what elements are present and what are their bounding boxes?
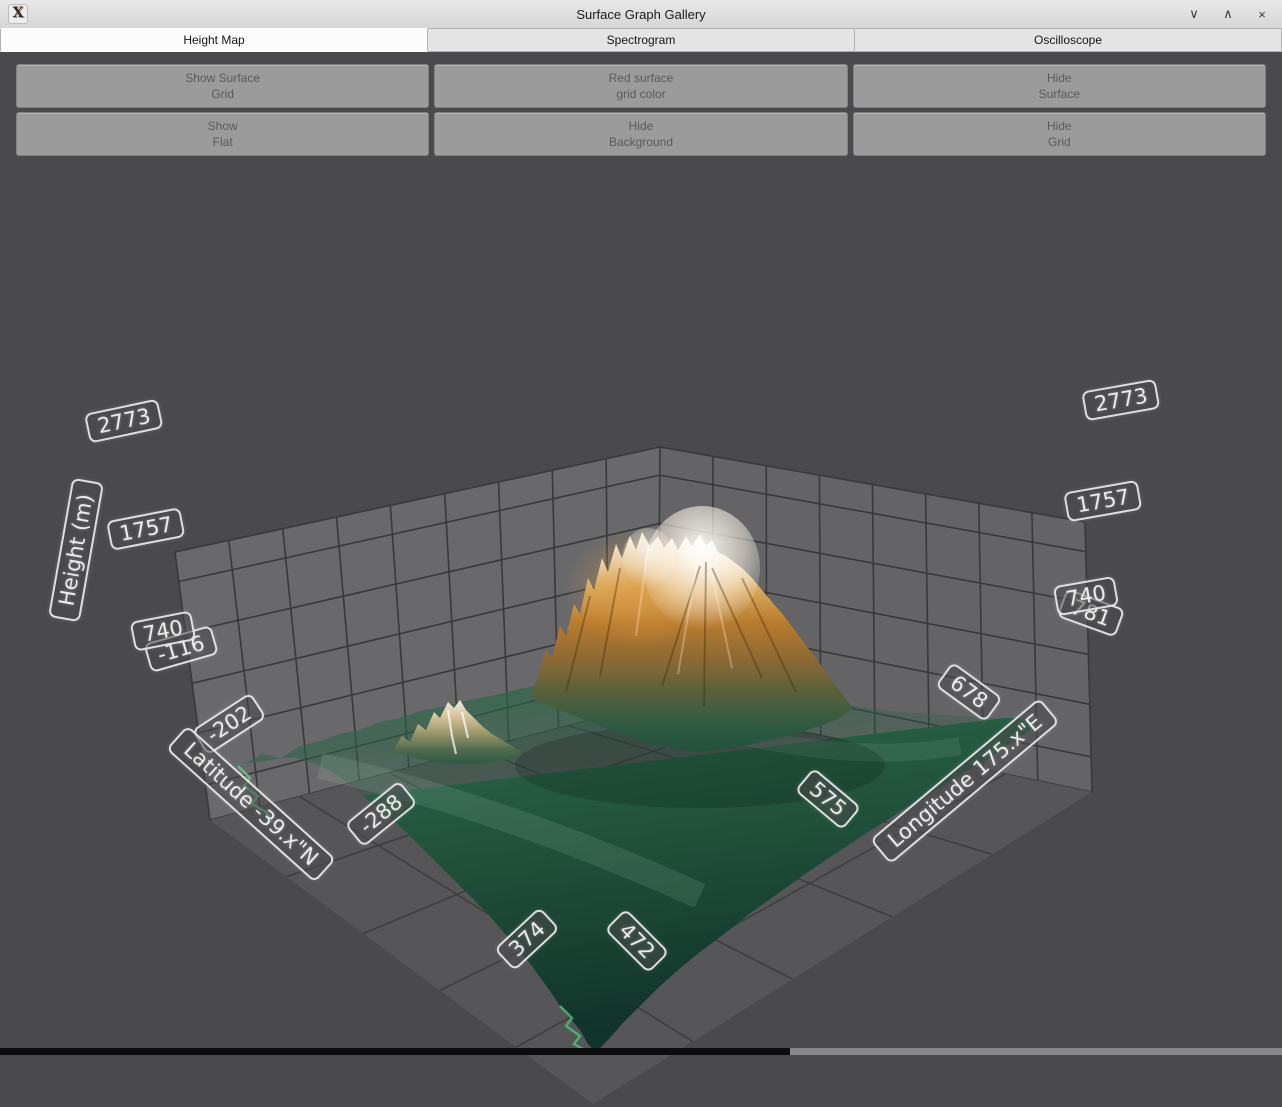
bottom-edge-dark-segment xyxy=(0,1048,790,1055)
maximize-icon[interactable]: ∧ xyxy=(1218,6,1238,22)
bottom-edge-strip xyxy=(0,1048,1282,1055)
surface-3d-viewport[interactable] xyxy=(0,206,1282,1107)
tab-bar: Height Map Spectrogram Oscilloscope xyxy=(0,28,1282,52)
close-icon[interactable]: × xyxy=(1252,7,1272,22)
show-flat-button[interactable]: Show Flat xyxy=(16,112,429,156)
app-icon: X xyxy=(8,4,28,24)
show-surface-grid-button[interactable]: Show Surface Grid xyxy=(16,64,429,108)
title-bar: X Surface Graph Gallery ∨ ∧ × xyxy=(0,0,1282,29)
hide-grid-button[interactable]: Hide Grid xyxy=(853,112,1266,156)
tab-spectrogram[interactable]: Spectrogram xyxy=(428,28,855,52)
tab-oscilloscope[interactable]: Oscilloscope xyxy=(855,28,1282,52)
window-controls: ∨ ∧ × xyxy=(1184,0,1272,28)
window-title: Surface Graph Gallery xyxy=(0,7,1282,22)
shade-icon[interactable]: ∨ xyxy=(1184,6,1204,22)
toolbar: Show Surface Grid Red surface grid color… xyxy=(16,64,1266,156)
surface-grid-color-button[interactable]: Red surface grid color xyxy=(434,64,847,108)
hide-surface-button[interactable]: Hide Surface xyxy=(853,64,1266,108)
tab-height-map[interactable]: Height Map xyxy=(0,28,428,52)
hide-background-button[interactable]: Hide Background xyxy=(434,112,847,156)
height-map-page: Show Surface Grid Red surface grid color… xyxy=(0,52,1282,1055)
